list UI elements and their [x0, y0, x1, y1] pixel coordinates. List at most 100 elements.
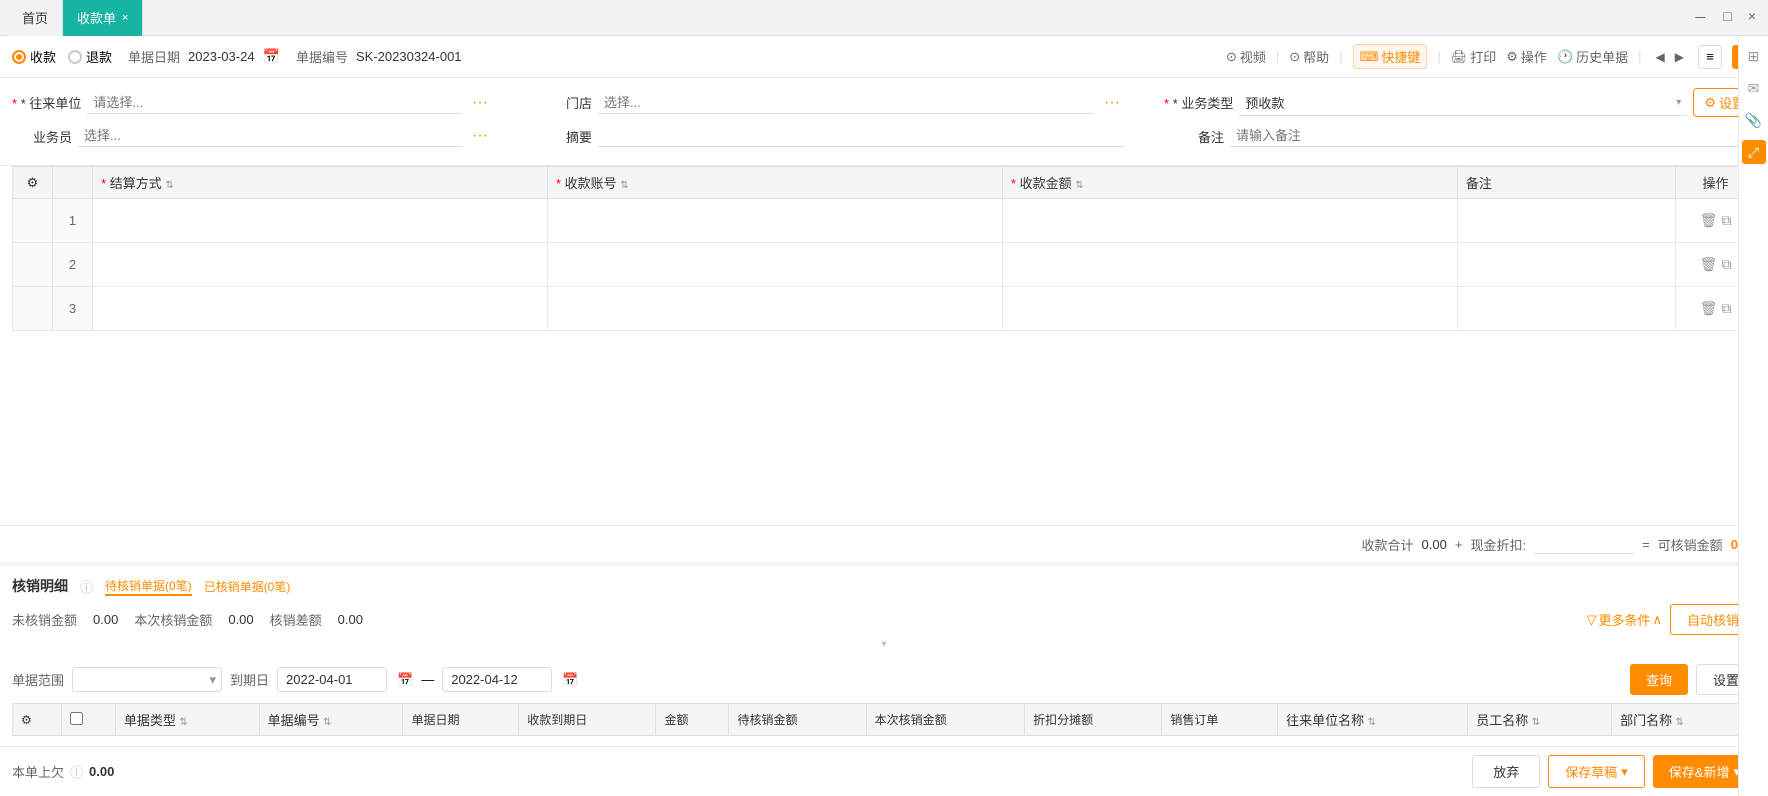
date-from-calendar-icon[interactable]: 📅 [397, 672, 413, 688]
vcol-checkbox[interactable] [62, 704, 115, 736]
sort-icon-settlement[interactable]: ⇅ [165, 180, 173, 191]
doc-num-group: 单据编号 SK-20230324-001 [296, 47, 462, 66]
list-view-btn[interactable]: ≡ [1698, 45, 1722, 69]
sort-icon-account[interactable]: ⇅ [620, 180, 628, 191]
partner-input[interactable] [87, 92, 462, 114]
equals-sign: = [1642, 537, 1650, 552]
verify-tab-done[interactable]: 已核销单据(0笔) [204, 578, 291, 595]
operations-btn[interactable]: ⚙ 操作 [1506, 47, 1547, 66]
vcol-partner: 往来单位名称 ⇅ [1278, 704, 1468, 736]
help-icon: ⊙ [1289, 49, 1300, 65]
print-btn[interactable]: 🖨 打印 [1451, 47, 1497, 66]
row-2-settlement[interactable] [93, 243, 548, 287]
sort-staff[interactable]: ⇅ [1532, 717, 1540, 728]
prev-value: 0.00 [89, 764, 114, 779]
vcol-discount: 折扣分摊额 [1025, 704, 1162, 736]
close-btn[interactable]: × [1744, 8, 1760, 28]
diff-label: 核销差额 [270, 610, 322, 629]
staff-input[interactable] [78, 125, 462, 147]
row-3-remark[interactable] [1457, 287, 1675, 331]
maximize-btn[interactable]: □ [1719, 8, 1735, 28]
staff-more-btn[interactable]: ··· [468, 127, 492, 145]
sidebar-email-icon[interactable]: ✉ [1742, 76, 1766, 100]
business-type-select[interactable]: 预收款 ▾ [1239, 90, 1687, 116]
vcol-order: 销售订单 [1162, 704, 1278, 736]
row-2-account[interactable] [547, 243, 1002, 287]
sidebar-expand-icon[interactable]: ⤢ [1742, 140, 1766, 164]
verify-section: 核销明细 ⓘ 待核销单据(0笔) 已核销单据(0笔) 未核销金额 0.00 本次… [0, 562, 1768, 746]
row-3-copy-icon[interactable]: ⧉ [1721, 300, 1731, 317]
row-settings-2 [13, 243, 53, 287]
row-1-copy-icon[interactable]: ⧉ [1721, 212, 1731, 229]
partner-more-btn[interactable]: ··· [468, 94, 492, 112]
radio-refund[interactable]: 退款 [68, 47, 112, 66]
query-btn[interactable]: 查询 [1630, 664, 1688, 695]
row-2-delete-icon[interactable]: 🗑 [1700, 256, 1718, 273]
summary-label: 摘要 [532, 127, 592, 146]
unchecked-value: 0.00 [93, 612, 118, 627]
store-field: 门店 ··· [532, 92, 1124, 114]
sidebar-attach-icon[interactable]: 📎 [1742, 108, 1766, 132]
range-select[interactable] [72, 667, 222, 692]
row-2-remark[interactable] [1457, 243, 1675, 287]
sort-dept[interactable]: ⇅ [1675, 717, 1683, 728]
diff-value: 0.00 [338, 612, 363, 627]
staff-field: 业务员 ··· [12, 125, 492, 147]
store-label: 门店 [532, 93, 592, 112]
date-to-input[interactable] [442, 667, 552, 692]
nav-prev-btn[interactable]: ◀ [1652, 48, 1669, 66]
date-to-calendar-icon[interactable]: 📅 [562, 672, 578, 688]
vcol-amount: 金额 [656, 704, 729, 736]
row-1-remark[interactable] [1457, 199, 1675, 243]
minimize-btn[interactable]: － [1689, 8, 1711, 28]
row-1-amount[interactable] [1002, 199, 1457, 243]
row-2-copy-icon[interactable]: ⧉ [1721, 256, 1731, 273]
date-from-input[interactable] [277, 667, 387, 692]
store-more-btn[interactable]: ··· [1100, 94, 1124, 112]
row-1-account[interactable] [547, 199, 1002, 243]
main-table: ⚙ * 结算方式 ⇅ * 收款账号 ⇅ * 收款金额 [12, 166, 1756, 331]
info-icon[interactable]: ⓘ [80, 577, 93, 596]
tab-close-icon[interactable]: × [122, 12, 128, 24]
sort-icon-amount[interactable]: ⇅ [1075, 180, 1083, 191]
filter-icon: ▽ [1586, 612, 1596, 628]
radio-receipt[interactable]: 收款 [12, 47, 56, 66]
sidebar-table-icon[interactable]: ⊞ [1742, 44, 1766, 68]
nav-next-btn[interactable]: ▶ [1671, 48, 1688, 66]
history-label: 历史单据 [1576, 47, 1628, 66]
discount-label: 现金折扣: [1470, 535, 1526, 554]
row-3-account[interactable] [547, 287, 1002, 331]
col-settings-header[interactable]: ⚙ [13, 167, 53, 199]
help-btn[interactable]: ⊙ 帮助 [1289, 47, 1329, 66]
verify-table-header: ⚙ 单据类型 ⇅ 单据编号 ⇅ 单据日期 收款到期日 金额 待 [13, 704, 1756, 736]
bottom-bar: 本单上欠 ⓘ 0.00 放弃 保存草稿 ▾ 保存&新增 ▾ [0, 746, 1768, 796]
discount-input[interactable] [1534, 534, 1634, 554]
store-input[interactable] [598, 92, 1094, 114]
verify-tab-pending[interactable]: 待核销单据(0笔) [105, 577, 192, 596]
row-3-amount[interactable] [1002, 287, 1457, 331]
row-1-delete-icon[interactable]: 🗑 [1700, 212, 1718, 229]
vcol-num: 单据编号 ⇅ [259, 704, 403, 736]
row-3-settlement[interactable] [93, 287, 548, 331]
more-filter-btn[interactable]: ▽ 更多条件 ∧ [1586, 610, 1662, 629]
summary-input[interactable] [598, 125, 1124, 147]
remark-input[interactable] [1230, 125, 1756, 147]
save-draft-btn[interactable]: 保存草稿 ▾ [1548, 755, 1645, 788]
sort-partner[interactable]: ⇅ [1367, 717, 1375, 728]
sort-num[interactable]: ⇅ [323, 717, 331, 728]
select-all-checkbox[interactable] [70, 712, 83, 725]
video-btn[interactable]: ⊙ 视频 [1226, 47, 1266, 66]
sort-type[interactable]: ⇅ [179, 717, 187, 728]
vcol-duedate: 收款到期日 [519, 704, 656, 736]
calendar-icon[interactable]: 📅 [263, 48, 280, 65]
col-num-header [53, 167, 93, 199]
vcol-settings[interactable]: ⚙ [13, 704, 62, 736]
discard-btn[interactable]: 放弃 [1472, 755, 1540, 788]
shortcut-btn[interactable]: ⌨ 快捷键 [1353, 44, 1428, 69]
history-btn[interactable]: 🕐 历史单据 [1557, 47, 1628, 66]
row-1-settlement[interactable] [93, 199, 548, 243]
row-2-amount[interactable] [1002, 243, 1457, 287]
tab-home[interactable]: 首页 [8, 0, 63, 36]
tab-receipt[interactable]: 收款单 × [63, 0, 143, 36]
row-3-delete-icon[interactable]: 🗑 [1700, 300, 1718, 317]
